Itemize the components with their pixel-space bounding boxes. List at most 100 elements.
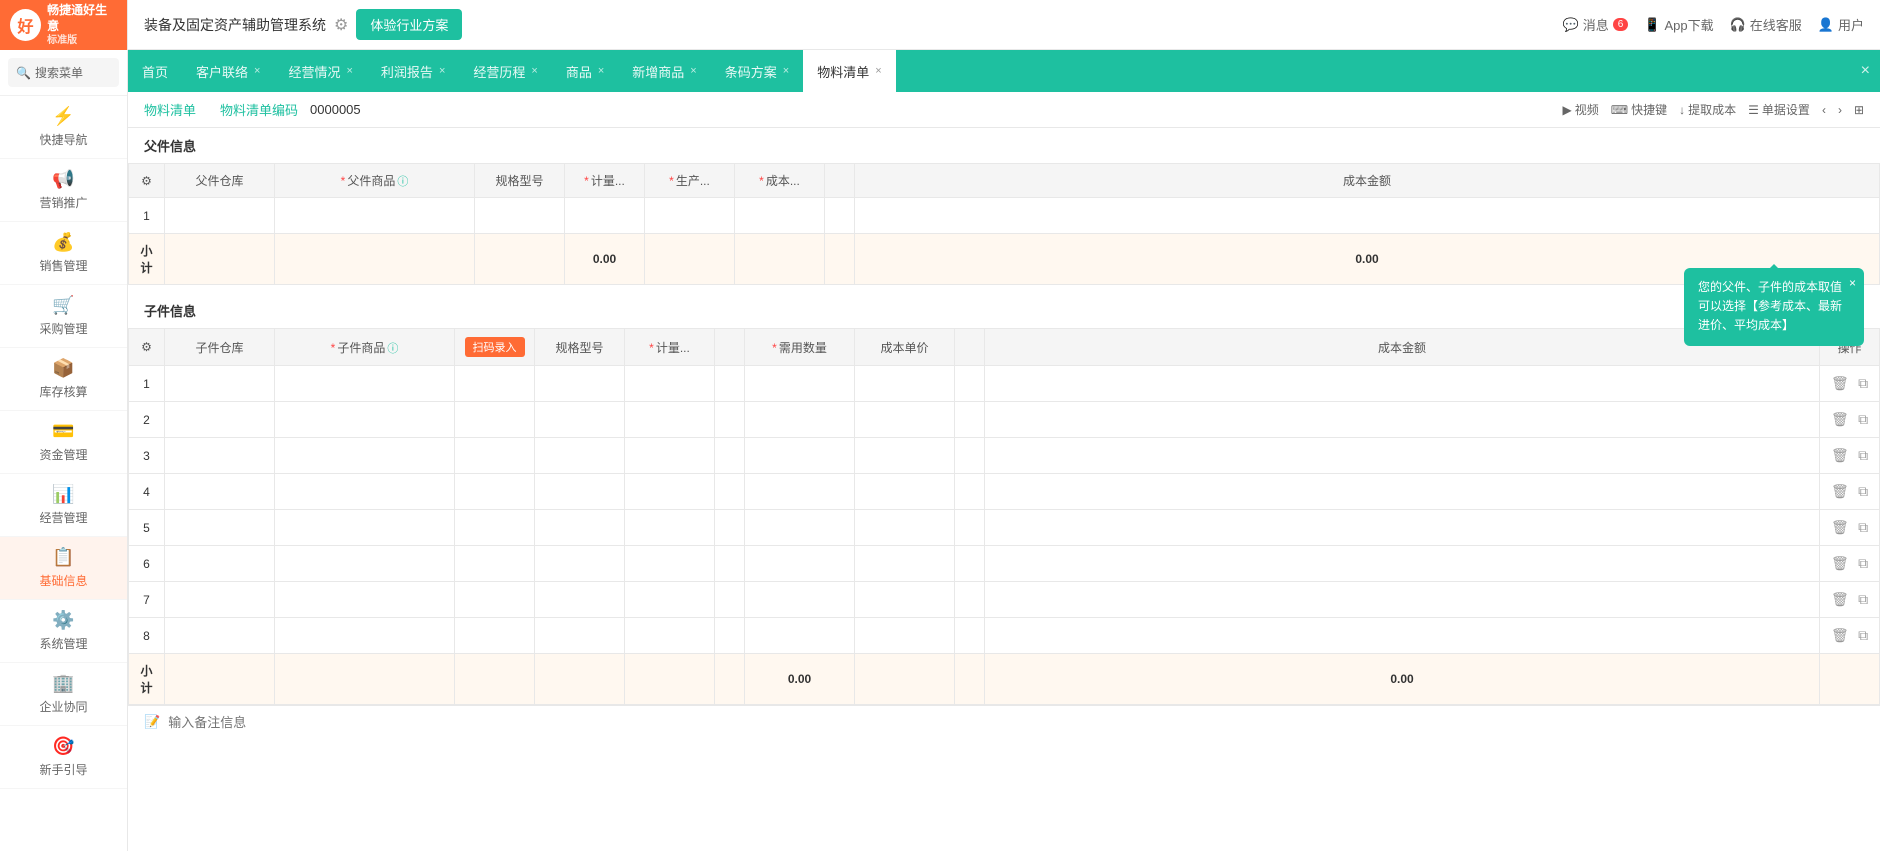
copy-row-4-button[interactable]: ⧉ [1855, 483, 1871, 499]
child-section: 子件信息 ⚙ 子件仓库 *子件商品ⓘ 扫码录入 规格型号 [128, 293, 1880, 705]
tab-customer-close[interactable]: × [254, 65, 260, 77]
tab-home[interactable]: 首页 [128, 50, 182, 92]
child-product-1[interactable] [275, 366, 455, 402]
child-warehouse-1[interactable] [165, 366, 275, 402]
tab-new-product[interactable]: 新增商品 × [618, 50, 710, 92]
child-unit-cost-1[interactable] [855, 366, 955, 402]
tab-product-close[interactable]: × [598, 65, 604, 77]
parent-col-production: *生产... [645, 164, 735, 198]
child-qty-1[interactable] [745, 366, 855, 402]
settings-icon[interactable]: ⚙ [334, 15, 348, 35]
close-all-tabs[interactable]: × [1851, 62, 1880, 80]
sidebar-item-inventory[interactable]: 📦 库存核算 [0, 348, 127, 411]
parent-production-1[interactable] [645, 198, 735, 234]
sidebar-item-enterprise[interactable]: 🏢 企业协同 [0, 663, 127, 726]
child-col-settings[interactable]: ⚙ [129, 329, 165, 366]
extract-cost-action[interactable]: ↓ 提取成本 [1679, 101, 1736, 118]
delete-row-2-button[interactable]: 🗑 [1828, 411, 1852, 427]
parent-unit-1[interactable] [565, 198, 645, 234]
tab-product[interactable]: 商品 × [552, 50, 618, 92]
grid-view-icon[interactable]: ⊞ [1854, 103, 1864, 117]
sidebar-item-operation[interactable]: 📊 经营管理 [0, 474, 127, 537]
extract-icon: ↓ [1679, 103, 1685, 117]
delete-row-4-button[interactable]: 🗑 [1828, 483, 1852, 499]
scan-input-button[interactable]: 扫码录入 [465, 337, 525, 357]
child-row-4: 4 🗑 ⧉ [129, 474, 1880, 510]
delete-row-1-button[interactable]: 🗑 [1828, 375, 1852, 391]
breadcrumb-bom[interactable]: 物料清单 [144, 100, 196, 119]
tab-new-product-close[interactable]: × [690, 65, 696, 77]
mobile-icon: 📱 [1644, 17, 1660, 33]
copy-row-3-button[interactable]: ⧉ [1855, 447, 1871, 463]
logo-text: 畅捷通好生意 标准版 [47, 3, 117, 47]
child-col-unit-cost: 成本单价 [855, 329, 955, 366]
child-row-5: 5 🗑 ⧉ [129, 510, 1880, 546]
message-item[interactable]: 💬 消息 6 [1563, 15, 1629, 34]
tab-profit[interactable]: 利润报告 × [367, 50, 459, 92]
note-input[interactable] [168, 715, 1864, 730]
copy-row-6-button[interactable]: ⧉ [1855, 555, 1871, 571]
top-bar-left: 装备及固定资产辅助管理系统 ⚙ 体验行业方案 [144, 9, 462, 40]
delete-row-5-button[interactable]: 🗑 [1828, 519, 1852, 535]
sidebar-item-basic-info[interactable]: 📋 基础信息 [0, 537, 127, 600]
app-download-item[interactable]: 📱 App下载 [1644, 15, 1713, 34]
user-item[interactable]: 👤 用户 [1818, 15, 1864, 34]
child-unit-1[interactable] [625, 366, 715, 402]
tab-operation[interactable]: 经营情况 × [274, 50, 366, 92]
tab-customer[interactable]: 客户联络 × [182, 50, 274, 92]
copy-row-7-button[interactable]: ⧉ [1855, 591, 1871, 607]
copy-row-8-button[interactable]: ⧉ [1855, 627, 1871, 643]
child-col-spec: 规格型号 [535, 329, 625, 366]
parent-spec-1[interactable] [475, 198, 565, 234]
tooltip-close-button[interactable]: × [1849, 274, 1856, 293]
tab-bom-close[interactable]: × [875, 65, 881, 77]
child-col-product: *子件商品ⓘ [275, 329, 455, 366]
parent-col-settings[interactable]: ⚙ [129, 164, 165, 198]
nav-next[interactable]: › [1838, 103, 1842, 117]
tooltip-popup: × 您的父件、子件的成本取值可以选择【参考成本、最新进价、平均成本】 [1684, 268, 1864, 346]
sidebar-item-purchase[interactable]: 🛒 采购管理 [0, 285, 127, 348]
tab-history-close[interactable]: × [531, 65, 537, 77]
search-menu-button[interactable]: 🔍 搜索菜单 [8, 58, 119, 87]
sidebar-item-finance[interactable]: 💳 资金管理 [0, 411, 127, 474]
video-action[interactable]: ▶ 视频 [1563, 101, 1599, 118]
nav-prev[interactable]: ‹ [1822, 103, 1826, 117]
tab-barcode[interactable]: 条码方案 × [711, 50, 803, 92]
doc-settings-icon: ☰ [1748, 103, 1759, 117]
experience-button[interactable]: 体验行业方案 [356, 9, 462, 40]
sidebar-item-sales[interactable]: 💰 销售管理 [0, 222, 127, 285]
breadcrumb-bom-code[interactable]: 物料清单编码 [220, 100, 298, 119]
tab-operation-close[interactable]: × [346, 65, 352, 77]
sidebar-item-quicknav[interactable]: ⚡ 快捷导航 [0, 96, 127, 159]
sidebar-item-marketing[interactable]: 📢 营销推广 [0, 159, 127, 222]
delete-row-8-button[interactable]: 🗑 [1828, 627, 1852, 643]
tab-barcode-close[interactable]: × [783, 65, 789, 77]
note-icon: 📝 [144, 714, 160, 730]
copy-row-5-button[interactable]: ⧉ [1855, 519, 1871, 535]
doc-settings-action[interactable]: ☰ 单据设置 [1748, 101, 1810, 118]
tab-history[interactable]: 经营历程 × [459, 50, 551, 92]
child-spec-1[interactable] [535, 366, 625, 402]
delete-row-3-button[interactable]: 🗑 [1828, 447, 1852, 463]
copy-row-2-button[interactable]: ⧉ [1855, 411, 1871, 427]
breadcrumb-left: 物料清单 物料清单编码 0000005 [144, 100, 361, 119]
shortcut-action[interactable]: ⌨ 快捷键 [1611, 101, 1667, 118]
delete-row-7-button[interactable]: 🗑 [1828, 591, 1852, 607]
tab-bom[interactable]: 物料清单 × [803, 50, 895, 92]
parent-product-1[interactable] [275, 198, 475, 234]
message-icon: 💬 [1563, 17, 1579, 33]
delete-row-6-button[interactable]: 🗑 [1828, 555, 1852, 571]
guide-icon: 🎯 [52, 736, 74, 757]
tab-profit-close[interactable]: × [439, 65, 445, 77]
sidebar-item-system[interactable]: ⚙️ 系统管理 [0, 600, 127, 663]
marketing-icon: 📢 [52, 169, 74, 190]
parent-col-product: *父件商品ⓘ [275, 164, 475, 198]
child-col-sort [715, 329, 745, 366]
parent-cost-1[interactable] [735, 198, 825, 234]
parent-subtotal-amount: 0.00 [565, 234, 645, 285]
child-row-num-1: 1 [129, 366, 165, 402]
parent-warehouse-1[interactable] [165, 198, 275, 234]
sidebar-item-guide[interactable]: 🎯 新手引导 [0, 726, 127, 789]
copy-row-1-button[interactable]: ⧉ [1855, 375, 1871, 391]
online-service-item[interactable]: 🎧 在线客服 [1730, 15, 1802, 34]
